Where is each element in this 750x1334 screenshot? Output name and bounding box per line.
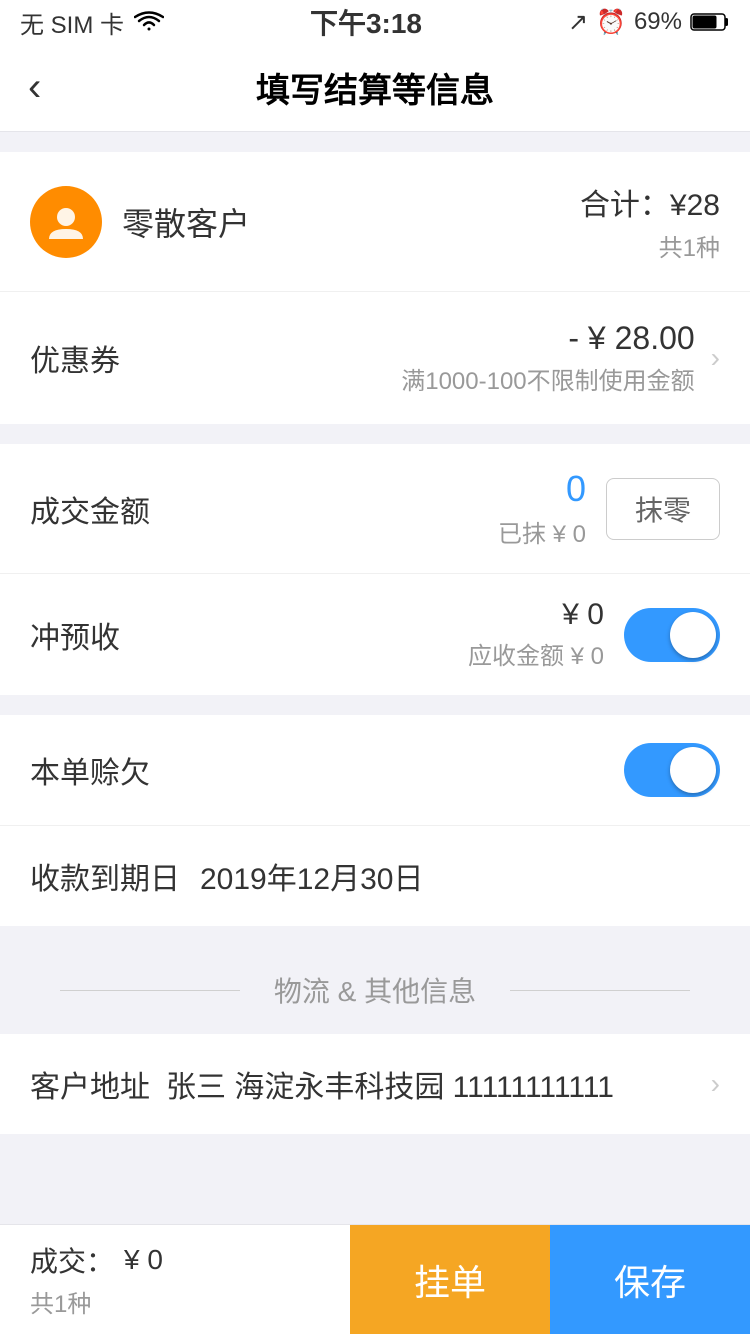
- transaction-row: 成交金额 0 已抹 ¥ 0 抹零: [0, 444, 750, 573]
- advance-toggle-knob: [670, 612, 716, 658]
- address-chevron-icon: ›: [711, 1068, 720, 1100]
- customer-section: 零散客户 合计：¥28 共1种 优惠券 - ¥ 28.00 满1000-100不…: [0, 152, 750, 424]
- wifi-icon: [134, 11, 164, 33]
- bottom-deal: 成交： ¥ 0: [30, 1240, 320, 1280]
- customer-right: 合计：¥28 共1种: [580, 180, 720, 263]
- bottom-info: 成交： ¥ 0 共1种: [0, 1240, 350, 1319]
- transaction-label: 成交金额: [30, 487, 170, 531]
- debt-toggle[interactable]: [624, 743, 720, 797]
- transaction-section: 成交金额 0 已抹 ¥ 0 抹零 冲预收 ¥ 0 应收金额 ¥ 0: [0, 444, 750, 695]
- bottom-bar: 成交： ¥ 0 共1种 挂单 保存: [0, 1224, 750, 1334]
- coupon-right-inner: - ¥ 28.00 满1000-100不限制使用金额: [401, 320, 694, 396]
- page-title: 填写结算等信息: [256, 63, 494, 112]
- advance-toggle[interactable]: [624, 608, 720, 662]
- no-sim-text: 无 SIM 卡: [20, 5, 124, 40]
- address-row[interactable]: 客户地址 张三 海淀永丰科技园 11111111111 ›: [0, 1034, 750, 1134]
- advance-right: ¥ 0 应收金额 ¥ 0: [468, 598, 720, 671]
- status-time: 下午3:18: [310, 2, 422, 42]
- bottom-deal-label: 成交：: [30, 1240, 114, 1280]
- alarm-icon: ⏰: [596, 8, 626, 37]
- debt-row: 本单赊欠: [0, 715, 750, 825]
- advance-main-amount: ¥ 0: [468, 598, 604, 632]
- transaction-right: 0 已抹 ¥ 0 抹零: [498, 468, 720, 549]
- avatar-icon: [45, 201, 87, 243]
- bottom-deal-count: 共1种: [30, 1284, 320, 1319]
- battery-text: 69%: [634, 8, 682, 36]
- due-date-label: 收款到期日: [30, 854, 180, 898]
- bottom-deal-amount: ¥ 0: [124, 1244, 163, 1276]
- save-button[interactable]: 保存: [550, 1225, 750, 1334]
- debt-toggle-knob: [670, 747, 716, 793]
- coupon-desc: 满1000-100不限制使用金额: [401, 361, 694, 396]
- back-button[interactable]: ‹: [28, 65, 41, 110]
- battery-icon: [690, 12, 730, 32]
- address-label: 客户地址: [30, 1062, 150, 1106]
- coupon-right: - ¥ 28.00 满1000-100不限制使用金额 ›: [401, 320, 720, 396]
- advance-amounts: ¥ 0 应收金额 ¥ 0: [468, 598, 604, 671]
- customer-left: 零散客户: [30, 186, 250, 258]
- total-amount: 合计：¥28: [580, 180, 720, 224]
- debt-label: 本单赊欠: [30, 748, 150, 792]
- address-value: 张三 海淀永丰科技园 11111111111: [166, 1062, 687, 1106]
- status-bar: 无 SIM 卡 下午3:18 ↗ ⏰ 69%: [0, 0, 750, 44]
- logistics-label: 物流 & 其他信息: [274, 976, 476, 1007]
- coupon-label: 优惠券: [30, 336, 120, 380]
- coupon-chevron-icon: ›: [711, 342, 720, 374]
- status-left: 无 SIM 卡: [20, 5, 164, 40]
- due-date-value: 2019年12月30日: [200, 854, 423, 898]
- advance-row: 冲预收 ¥ 0 应收金额 ¥ 0: [0, 573, 750, 695]
- logistics-section: 物流 & 其他信息 客户地址 张三 海淀永丰科技园 11111111111 ›: [0, 946, 750, 1134]
- customer-row: 零散客户 合计：¥28 共1种: [0, 152, 750, 291]
- nav-bar: ‹ 填写结算等信息: [0, 44, 750, 132]
- transaction-amounts: 0 已抹 ¥ 0: [498, 468, 586, 549]
- logistics-header: 物流 & 其他信息: [0, 946, 750, 1034]
- hold-button[interactable]: 挂单: [350, 1225, 550, 1334]
- customer-name: 零散客户: [122, 199, 250, 245]
- advance-label: 冲预收: [30, 613, 170, 657]
- transaction-amount: 0: [498, 468, 586, 510]
- total-count: 共1种: [580, 228, 720, 263]
- coupon-amount: - ¥ 28.00: [401, 320, 694, 357]
- transaction-sub: 已抹 ¥ 0: [498, 514, 586, 549]
- round-off-button[interactable]: 抹零: [606, 478, 720, 540]
- debt-section: 本单赊欠 收款到期日 2019年12月30日: [0, 715, 750, 926]
- avatar: [30, 186, 102, 258]
- location-icon: ↗: [568, 8, 588, 37]
- due-date-row[interactable]: 收款到期日 2019年12月30日: [0, 825, 750, 926]
- advance-sub-amount: 应收金额 ¥ 0: [468, 636, 604, 671]
- address-section: 客户地址 张三 海淀永丰科技园 11111111111 ›: [0, 1034, 750, 1134]
- status-right: ↗ ⏰ 69%: [568, 8, 730, 37]
- coupon-row[interactable]: 优惠券 - ¥ 28.00 满1000-100不限制使用金额 ›: [0, 291, 750, 424]
